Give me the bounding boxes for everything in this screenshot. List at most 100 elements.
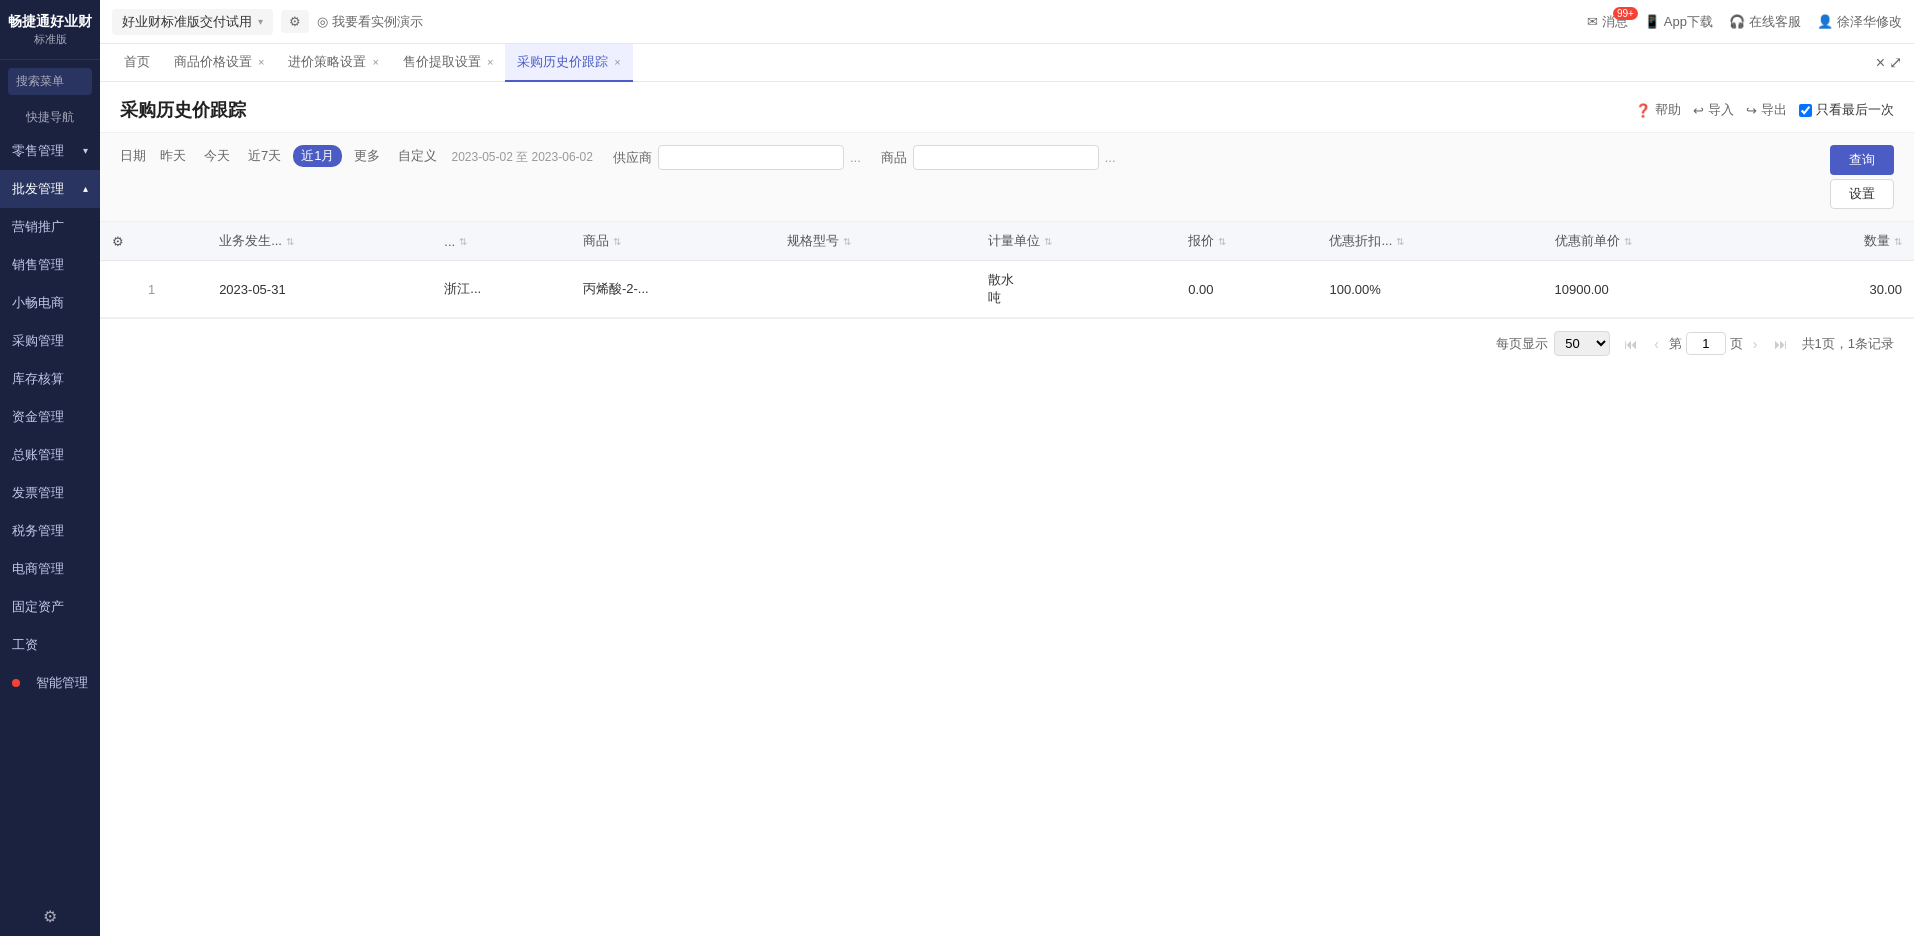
date-opt-custom[interactable]: 自定义 <box>392 145 443 167</box>
sort-icon: ⇅ <box>286 236 294 247</box>
col-date[interactable]: 业务发生... ⇅ <box>207 222 432 261</box>
sort-icon: ⇅ <box>1894 236 1902 247</box>
import-button[interactable]: ↩ 导入 <box>1693 101 1734 119</box>
sidebar-item-tax[interactable]: 税务管理 <box>0 512 100 550</box>
page-number-input[interactable] <box>1686 332 1726 355</box>
sort-icon: ⇅ <box>1396 236 1404 247</box>
user-menu-button[interactable]: 👤 徐泽华修改 <box>1817 13 1902 31</box>
last-page-button[interactable]: ⏭ <box>1768 334 1794 354</box>
export-icon: ↪ <box>1746 103 1757 118</box>
table-header-row: ⚙ 业务发生... ⇅ ... ⇅ <box>100 222 1914 261</box>
only-last-checkbox-group[interactable]: 只看最后一次 <box>1799 101 1894 119</box>
sort-icon: ⇅ <box>1218 236 1226 247</box>
sidebar-item-label: 批发管理 <box>12 180 64 198</box>
col-discount[interactable]: 优惠折扣... ⇅ <box>1317 222 1542 261</box>
filter-bar: 日期 昨天 今天 近7天 近1月 更多 自定义 2023-05-02 至 202… <box>100 132 1914 222</box>
version-selector[interactable]: 好业财标准版交付试用 ▾ <box>112 9 273 35</box>
close-all-tabs-button[interactable]: × <box>1876 54 1885 72</box>
tab-sale-price[interactable]: 售价提取设置 × <box>391 44 505 82</box>
first-page-button[interactable]: ⏮ <box>1618 334 1644 354</box>
sidebar-item-label: 资金管理 <box>12 408 64 426</box>
fullscreen-button[interactable]: ⤢ <box>1889 53 1902 72</box>
date-opt-last1month[interactable]: 近1月 <box>293 145 342 167</box>
only-last-label: 只看最后一次 <box>1816 101 1894 119</box>
tab-home[interactable]: 首页 <box>112 44 162 82</box>
col-price[interactable]: 报价 ⇅ <box>1176 222 1317 261</box>
message-icon: ✉ <box>1587 14 1598 29</box>
demo-link[interactable]: ◎ 我要看实例演示 <box>317 13 423 31</box>
tab-price[interactable]: 商品价格设置 × <box>162 44 276 82</box>
tab-purchase-strategy[interactable]: 进价策略设置 × <box>276 44 390 82</box>
message-badge: 99+ <box>1613 7 1638 20</box>
topbar: 好业财标准版交付试用 ▾ ⚙ ◎ 我要看实例演示 ✉ 消息 99+ 📱 App下… <box>100 0 1914 44</box>
help-link[interactable]: ❓ 帮助 <box>1635 101 1681 119</box>
tab-history-price[interactable]: 采购历史价跟踪 × <box>505 44 632 82</box>
topbar-settings-button[interactable]: ⚙ <box>281 10 309 33</box>
per-page-select[interactable]: 20 50 100 <box>1554 331 1610 356</box>
supplier-input[interactable] <box>658 145 844 170</box>
export-button[interactable]: ↪ 导出 <box>1746 101 1787 119</box>
date-opt-last7[interactable]: 近7天 <box>242 145 287 167</box>
table-row: 1 2023-05-31 浙江... 丙烯酸-2-... 散水 吨 0.00 1… <box>100 261 1914 318</box>
product-more-btn[interactable]: ... <box>1105 150 1116 165</box>
sidebar-item-invoice[interactable]: 发票管理 <box>0 474 100 512</box>
sidebar-logo: 畅捷通好业财 标准版 <box>0 0 100 60</box>
sidebar-item-assets[interactable]: 固定资产 <box>0 588 100 626</box>
prev-page-button[interactable]: ‹ <box>1648 334 1665 354</box>
date-opt-today[interactable]: 今天 <box>198 145 236 167</box>
col-product[interactable]: 商品 ⇅ <box>571 222 775 261</box>
settings-icon[interactable]: ⚙ <box>43 908 57 925</box>
col-spec[interactable]: 规格型号 ⇅ <box>775 222 975 261</box>
sidebar-item-wholesale[interactable]: 批发管理 ▴ <box>0 170 100 208</box>
sidebar-search-area[interactable]: 搜索菜单 <box>0 60 100 103</box>
sidebar-item-salary[interactable]: 工资 <box>0 626 100 664</box>
sidebar-item-label: 零售管理 <box>12 142 64 160</box>
settings-button[interactable]: 设置 <box>1830 179 1894 209</box>
tab-purchase-strategy-label: 进价策略设置 <box>288 53 366 71</box>
col-pre-price[interactable]: 优惠前单价 ⇅ <box>1543 222 1773 261</box>
close-icon[interactable]: × <box>614 56 620 68</box>
sidebar-item-retail[interactable]: 零售管理 ▾ <box>0 132 100 170</box>
sidebar-item-ledger[interactable]: 总账管理 <box>0 436 100 474</box>
supplier-filter-group: 供应商 ... <box>613 145 861 170</box>
sidebar: 畅捷通好业财 标准版 搜索菜单 快捷导航 零售管理 ▾ 批发管理 ▴ 营销推广 … <box>0 0 100 936</box>
user-name: 徐泽华修改 <box>1837 13 1902 31</box>
app-title: 畅捷通好业财 <box>8 12 92 32</box>
query-button[interactable]: 查询 <box>1830 145 1894 175</box>
only-last-checkbox[interactable] <box>1799 104 1812 117</box>
quick-nav-link[interactable]: 快捷导航 <box>0 103 100 132</box>
sidebar-item-ecom[interactable]: 电商管理 <box>0 550 100 588</box>
demo-icon: ◎ <box>317 14 328 29</box>
supplier-more-btn[interactable]: ... <box>850 150 861 165</box>
tab-sale-price-label: 售价提取设置 <box>403 53 481 71</box>
col-supplier[interactable]: ... ⇅ <box>432 222 571 261</box>
tab-price-label: 商品价格设置 <box>174 53 252 71</box>
close-icon[interactable]: × <box>372 56 378 68</box>
row-unit: 散水 吨 <box>976 261 1176 318</box>
sidebar-item-inventory[interactable]: 库存核算 <box>0 360 100 398</box>
sidebar-item-label: 电商管理 <box>12 560 64 578</box>
col-qty[interactable]: 数量 ⇅ <box>1773 222 1914 261</box>
date-opt-yesterday[interactable]: 昨天 <box>154 145 192 167</box>
online-service-button[interactable]: 🎧 在线客服 <box>1729 13 1801 31</box>
product-input[interactable] <box>913 145 1099 170</box>
sidebar-item-marketing[interactable]: 营销推广 <box>0 208 100 246</box>
col-unit[interactable]: 计量单位 ⇅ <box>976 222 1176 261</box>
sidebar-item-purchase[interactable]: 采购管理 <box>0 322 100 360</box>
search-menu-button[interactable]: 搜索菜单 <box>8 68 92 95</box>
next-page-button[interactable]: › <box>1747 334 1764 354</box>
close-icon[interactable]: × <box>258 56 264 68</box>
user-icon: 👤 <box>1817 14 1833 29</box>
sidebar-item-finance[interactable]: 资金管理 <box>0 398 100 436</box>
sidebar-item-ecom-small[interactable]: 小畅电商 <box>0 284 100 322</box>
sidebar-item-smart[interactable]: 智能管理 <box>0 664 100 702</box>
col-gear[interactable]: ⚙ <box>100 222 136 261</box>
message-button[interactable]: ✉ 消息 99+ <box>1587 13 1628 31</box>
sidebar-item-sales[interactable]: 销售管理 <box>0 246 100 284</box>
date-opt-more[interactable]: 更多 <box>348 145 386 167</box>
close-icon[interactable]: × <box>487 56 493 68</box>
sort-icon: ⇅ <box>1044 236 1052 247</box>
tab-home-label: 首页 <box>124 53 150 71</box>
chevron-down-icon: ▾ <box>83 145 88 156</box>
app-download-button[interactable]: 📱 App下载 <box>1644 13 1713 31</box>
